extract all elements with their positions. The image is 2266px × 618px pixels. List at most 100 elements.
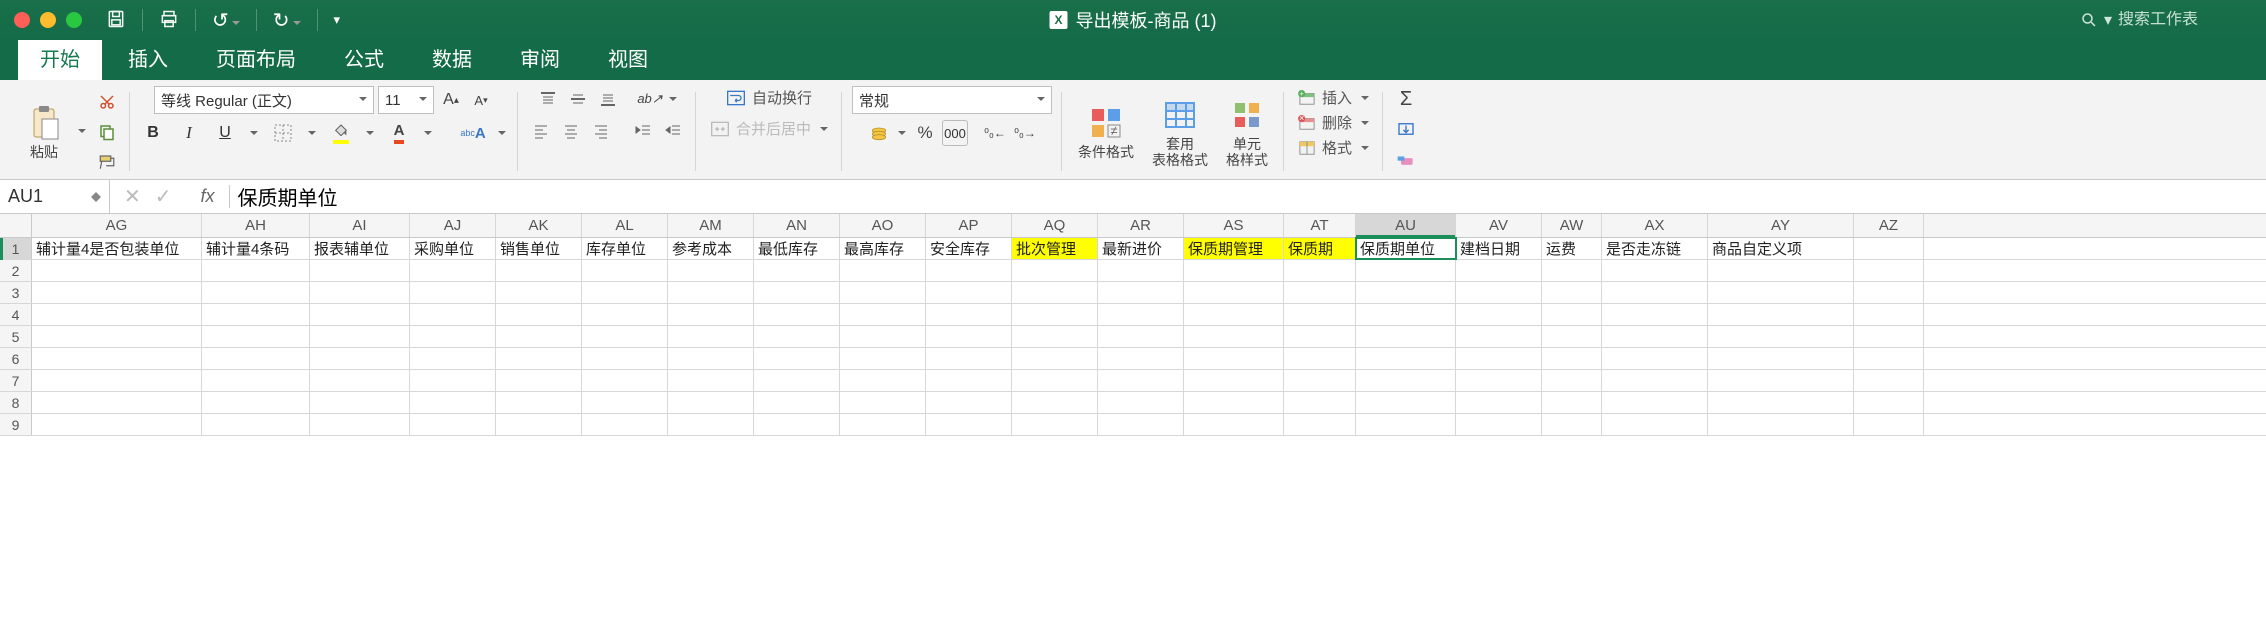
cell-AN4[interactable] [754,304,840,325]
cell-AR6[interactable] [1098,348,1184,369]
borders-button[interactable] [270,120,296,146]
cell-AK4[interactable] [496,304,582,325]
cell-AP2[interactable] [926,260,1012,281]
cell-AW3[interactable] [1542,282,1602,303]
cell-AK7[interactable] [496,370,582,391]
cell-AL5[interactable] [582,326,668,347]
cell-AY8[interactable] [1708,392,1854,413]
cell-AG7[interactable] [32,370,202,391]
column-header-AQ[interactable]: AQ [1012,214,1098,237]
column-header-AR[interactable]: AR [1098,214,1184,237]
fill-color-button[interactable] [328,120,354,146]
cell-AT7[interactable] [1284,370,1356,391]
cell-AZ4[interactable] [1854,304,1924,325]
column-header-AY[interactable]: AY [1708,214,1854,237]
decrease-font-button[interactable]: A▾ [468,87,494,113]
cell-AY5[interactable] [1708,326,1854,347]
underline-button[interactable]: U [212,120,238,146]
phonetic-dropdown[interactable] [496,120,508,146]
cell-AL6[interactable] [582,348,668,369]
row-header-8[interactable]: 8 [0,392,32,413]
fill-button[interactable] [1393,116,1419,142]
cell-AT4[interactable] [1284,304,1356,325]
cell-AW9[interactable] [1542,414,1602,435]
cell-AS2[interactable] [1184,260,1284,281]
cell-AY7[interactable] [1708,370,1854,391]
cell-AG2[interactable] [32,260,202,281]
cell-AP8[interactable] [926,392,1012,413]
fill-color-dropdown[interactable] [364,120,376,146]
cell-AR3[interactable] [1098,282,1184,303]
name-box[interactable]: AU1 [0,180,110,213]
decrease-indent-button[interactable] [630,118,656,144]
cell-AJ6[interactable] [410,348,496,369]
orientation-dropdown[interactable] [667,86,679,112]
cell-AX6[interactable] [1602,348,1708,369]
cell-AW8[interactable] [1542,392,1602,413]
cell-AT1[interactable]: 保质期 [1284,238,1356,259]
cell-AU1[interactable]: 保质期单位 [1356,238,1456,259]
cell-AN2[interactable] [754,260,840,281]
cell-AY3[interactable] [1708,282,1854,303]
undo-icon[interactable]: ↺ [212,8,240,33]
cell-AY4[interactable] [1708,304,1854,325]
cell-AU5[interactable] [1356,326,1456,347]
font-color-button[interactable]: A [386,120,412,146]
print-icon[interactable] [159,9,179,32]
column-header-AG[interactable]: AG [32,214,202,237]
format-painter-button[interactable] [94,149,120,175]
save-icon[interactable] [106,9,126,32]
insert-cells-button[interactable]: + 插入 [1294,86,1373,109]
cell-AM1[interactable]: 参考成本 [668,238,754,259]
cell-AI2[interactable] [310,260,410,281]
font-color-dropdown[interactable] [422,120,434,146]
cell-AI7[interactable] [310,370,410,391]
cell-AL9[interactable] [582,414,668,435]
cell-AV9[interactable] [1456,414,1542,435]
cancel-formula-button[interactable]: ✕ [124,184,141,209]
cell-AL2[interactable] [582,260,668,281]
cell-AG6[interactable] [32,348,202,369]
cell-AS8[interactable] [1184,392,1284,413]
format-cells-button[interactable]: 格式 [1294,136,1373,159]
cell-AJ2[interactable] [410,260,496,281]
tab-formulas[interactable]: 公式 [322,35,406,80]
cell-AU6[interactable] [1356,348,1456,369]
cell-AQ9[interactable] [1012,414,1098,435]
cell-AZ7[interactable] [1854,370,1924,391]
column-header-AN[interactable]: AN [754,214,840,237]
cell-AK9[interactable] [496,414,582,435]
cell-AY2[interactable] [1708,260,1854,281]
column-header-AH[interactable]: AH [202,214,310,237]
cell-AP1[interactable]: 安全库存 [926,238,1012,259]
cell-AR2[interactable] [1098,260,1184,281]
cell-AU8[interactable] [1356,392,1456,413]
cell-AZ1[interactable] [1854,238,1924,259]
column-header-AW[interactable]: AW [1542,214,1602,237]
cell-AG3[interactable] [32,282,202,303]
cell-AL7[interactable] [582,370,668,391]
cell-AH8[interactable] [202,392,310,413]
cell-AP9[interactable] [926,414,1012,435]
redo-icon[interactable]: ↻ [273,8,301,33]
cell-AT8[interactable] [1284,392,1356,413]
cell-AH1[interactable]: 辅计量4条码 [202,238,310,259]
align-bottom-button[interactable] [595,86,621,112]
phonetic-button[interactable]: abcA [460,120,486,146]
formula-input[interactable] [230,185,2266,208]
tab-data[interactable]: 数据 [410,35,494,80]
tab-page-layout[interactable]: 页面布局 [194,35,318,80]
cell-AG5[interactable] [32,326,202,347]
cell-AQ8[interactable] [1012,392,1098,413]
column-header-AX[interactable]: AX [1602,214,1708,237]
cell-AQ5[interactable] [1012,326,1098,347]
cell-AN9[interactable] [754,414,840,435]
cell-AX8[interactable] [1602,392,1708,413]
column-header-AS[interactable]: AS [1184,214,1284,237]
cell-AQ2[interactable] [1012,260,1098,281]
column-header-AU[interactable]: AU [1356,214,1456,237]
spreadsheet-grid[interactable]: AGAHAIAJAKALAMANAOAPAQARASATAUAVAWAXAYAZ… [0,214,2266,436]
cell-AM4[interactable] [668,304,754,325]
underline-dropdown[interactable] [248,120,260,146]
cell-AX7[interactable] [1602,370,1708,391]
